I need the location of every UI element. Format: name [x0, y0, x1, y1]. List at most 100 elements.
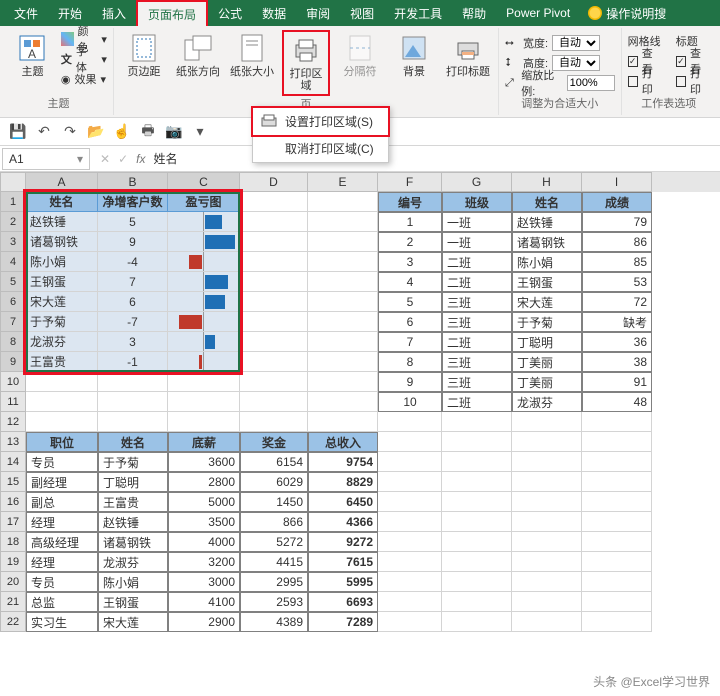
t3-cell[interactable]: 4415: [240, 552, 308, 572]
t2-cell[interactable]: 二班: [442, 332, 512, 352]
col-header-B[interactable]: B: [98, 172, 168, 192]
cell[interactable]: [582, 452, 652, 472]
row-header-15[interactable]: 15: [0, 472, 26, 492]
t2-cell[interactable]: 一班: [442, 232, 512, 252]
cell[interactable]: [512, 412, 582, 432]
cell[interactable]: [442, 452, 512, 472]
cell[interactable]: [512, 512, 582, 532]
t2-cell[interactable]: 53: [582, 272, 652, 292]
t3-cell[interactable]: 7615: [308, 552, 378, 572]
qat-print-icon[interactable]: 🖶: [140, 124, 156, 140]
col-header-H[interactable]: H: [512, 172, 582, 192]
t3-cell[interactable]: 5272: [240, 532, 308, 552]
t3-cell[interactable]: 866: [240, 512, 308, 532]
t3-cell[interactable]: 9272: [308, 532, 378, 552]
cell[interactable]: [240, 192, 308, 212]
cell[interactable]: [582, 512, 652, 532]
t2-cell[interactable]: 于予菊: [512, 312, 582, 332]
cell[interactable]: [378, 552, 442, 572]
background-button[interactable]: 背景: [390, 30, 438, 80]
print-titles-button[interactable]: 打印标题: [444, 30, 492, 80]
cell[interactable]: [512, 492, 582, 512]
zoom-input[interactable]: [567, 75, 615, 91]
t3-cell[interactable]: 高级经理: [26, 532, 98, 552]
print-area-button[interactable]: 打印区域: [282, 30, 330, 96]
t1-header[interactable]: 盈亏图: [168, 192, 240, 212]
t2-cell[interactable]: 9: [378, 372, 442, 392]
t2-cell[interactable]: 36: [582, 332, 652, 352]
cell[interactable]: [582, 572, 652, 592]
t1-name[interactable]: 赵铁锤: [26, 212, 98, 232]
cell[interactable]: [308, 352, 378, 372]
cell[interactable]: [378, 472, 442, 492]
tab-file[interactable]: 文件: [4, 0, 48, 26]
t3-cell[interactable]: 4000: [168, 532, 240, 552]
t3-cell[interactable]: 于予菊: [98, 452, 168, 472]
t2-cell[interactable]: 二班: [442, 272, 512, 292]
row-header-12[interactable]: 12: [0, 412, 26, 432]
cell[interactable]: [582, 612, 652, 632]
t3-cell[interactable]: 3500: [168, 512, 240, 532]
cell[interactable]: [240, 232, 308, 252]
cell[interactable]: [98, 372, 168, 392]
t1-value[interactable]: 5: [98, 212, 168, 232]
t2-cell[interactable]: 6: [378, 312, 442, 332]
t3-cell[interactable]: 专员: [26, 452, 98, 472]
t3-cell[interactable]: 6029: [240, 472, 308, 492]
t3-cell[interactable]: 实习生: [26, 612, 98, 632]
cell[interactable]: [240, 292, 308, 312]
t3-cell[interactable]: 4389: [240, 612, 308, 632]
cell[interactable]: [582, 432, 652, 452]
effects-button[interactable]: ◉效果▾: [61, 70, 107, 88]
cell[interactable]: [442, 592, 512, 612]
tab-formulas[interactable]: 公式: [208, 0, 252, 26]
t1-chart[interactable]: [168, 252, 240, 272]
t1-value[interactable]: -1: [98, 352, 168, 372]
t1-chart[interactable]: [168, 272, 240, 292]
t1-header[interactable]: 净增客户数: [98, 192, 168, 212]
cell[interactable]: [442, 612, 512, 632]
t2-cell[interactable]: 一班: [442, 212, 512, 232]
t2-cell[interactable]: 王钢蛋: [512, 272, 582, 292]
t3-cell[interactable]: 经理: [26, 512, 98, 532]
t1-value[interactable]: -4: [98, 252, 168, 272]
headings-print-check[interactable]: 打印: [676, 72, 710, 90]
t1-chart[interactable]: [168, 292, 240, 312]
cell[interactable]: [378, 592, 442, 612]
t3-cell[interactable]: 5995: [308, 572, 378, 592]
cell[interactable]: [240, 252, 308, 272]
t3-header[interactable]: 姓名: [98, 432, 168, 452]
cell[interactable]: [98, 412, 168, 432]
t2-cell[interactable]: 4: [378, 272, 442, 292]
t2-cell[interactable]: 38: [582, 352, 652, 372]
t1-chart[interactable]: [168, 232, 240, 252]
cell[interactable]: [240, 412, 308, 432]
cell[interactable]: [378, 492, 442, 512]
row-header-2[interactable]: 2: [0, 212, 26, 232]
t3-header[interactable]: 职位: [26, 432, 98, 452]
qat-redo-icon[interactable]: ↷: [62, 124, 78, 140]
cell[interactable]: [308, 192, 378, 212]
t3-cell[interactable]: 赵铁锤: [98, 512, 168, 532]
t2-cell[interactable]: 赵铁锤: [512, 212, 582, 232]
t2-cell[interactable]: 3: [378, 252, 442, 272]
cell[interactable]: [168, 392, 240, 412]
t1-chart[interactable]: [168, 212, 240, 232]
t2-cell[interactable]: 72: [582, 292, 652, 312]
row-header-1[interactable]: 1: [0, 192, 26, 212]
cell[interactable]: [512, 472, 582, 492]
cell[interactable]: [378, 532, 442, 552]
t3-cell[interactable]: 3600: [168, 452, 240, 472]
cell[interactable]: [512, 532, 582, 552]
t2-cell[interactable]: 宋大莲: [512, 292, 582, 312]
cell[interactable]: [512, 552, 582, 572]
cell[interactable]: [168, 372, 240, 392]
cell[interactable]: [378, 432, 442, 452]
cell[interactable]: [26, 372, 98, 392]
cell[interactable]: [442, 512, 512, 532]
cell[interactable]: [512, 432, 582, 452]
breaks-button[interactable]: 分隔符: [336, 30, 384, 80]
cell[interactable]: [240, 212, 308, 232]
t2-cell[interactable]: 三班: [442, 312, 512, 332]
t2-header[interactable]: 姓名: [512, 192, 582, 212]
